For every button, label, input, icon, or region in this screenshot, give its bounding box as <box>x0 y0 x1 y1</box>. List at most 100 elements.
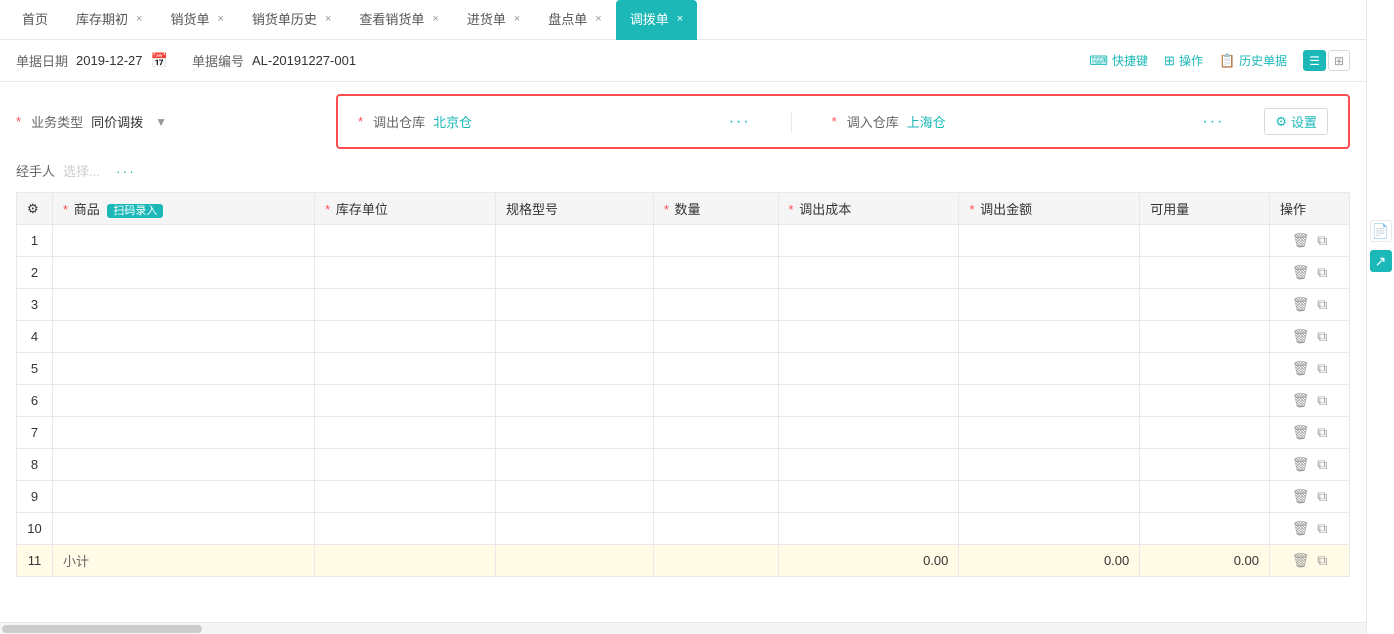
settings-button[interactable]: ⚙ 设置 <box>1264 108 1328 135</box>
cell-product-2[interactable] <box>53 257 315 289</box>
cell-product-3[interactable] <box>53 289 315 321</box>
cell-product-9[interactable] <box>53 481 315 513</box>
cell-cost-3[interactable] <box>778 289 959 321</box>
cell-amount-8[interactable] <box>959 449 1140 481</box>
tab-close-sales-history[interactable]: × <box>325 13 331 25</box>
cell-product-7[interactable] <box>53 417 315 449</box>
delete-icon-4[interactable]: 🗑 <box>1292 328 1310 344</box>
cell-amount-1[interactable] <box>959 225 1140 257</box>
cell-unit-7[interactable] <box>315 417 496 449</box>
copy-icon-8[interactable]: ⧉ <box>1317 456 1327 472</box>
copy-icon-2[interactable]: ⧉ <box>1317 264 1327 280</box>
cell-cost-1[interactable] <box>778 225 959 257</box>
cell-amount-4[interactable] <box>959 321 1140 353</box>
cell-spec-5[interactable] <box>496 353 654 385</box>
cell-product-8[interactable] <box>53 449 315 481</box>
tab-close-inventory-check[interactable]: × <box>595 13 601 25</box>
cell-amount-7[interactable] <box>959 417 1140 449</box>
cell-available-1[interactable] <box>1140 225 1270 257</box>
cell-qty-2[interactable] <box>653 257 778 289</box>
tab-inventory-check[interactable]: 盘点单 × <box>534 0 615 40</box>
cell-spec-9[interactable] <box>496 481 654 513</box>
cell-unit-4[interactable] <box>315 321 496 353</box>
cell-available-2[interactable] <box>1140 257 1270 289</box>
cell-qty-7[interactable] <box>653 417 778 449</box>
cell-amount-10[interactable] <box>959 513 1140 545</box>
tab-close-view-sales[interactable]: × <box>432 13 438 25</box>
in-wh-more[interactable]: ··· <box>1202 113 1224 131</box>
tab-transfer[interactable]: 调拨单 × <box>616 0 697 40</box>
cell-spec-7[interactable] <box>496 417 654 449</box>
delete-icon-1[interactable]: 🗑 <box>1292 232 1310 248</box>
cell-available-8[interactable] <box>1140 449 1270 481</box>
copy-icon-1[interactable]: ⧉ <box>1317 232 1327 248</box>
cell-available-6[interactable] <box>1140 385 1270 417</box>
cell-spec-2[interactable] <box>496 257 654 289</box>
tab-inventory-init[interactable]: 库存期初 × <box>62 0 156 40</box>
cell-unit-5[interactable] <box>315 353 496 385</box>
delete-icon-11[interactable]: 🗑 <box>1292 552 1310 568</box>
cell-qty-3[interactable] <box>653 289 778 321</box>
cell-product-6[interactable] <box>53 385 315 417</box>
cell-qty-6[interactable] <box>653 385 778 417</box>
cell-qty-1[interactable] <box>653 225 778 257</box>
cell-amount-5[interactable] <box>959 353 1140 385</box>
tab-close-sales-order[interactable]: × <box>217 13 223 25</box>
cell-available-4[interactable] <box>1140 321 1270 353</box>
cell-spec-1[interactable] <box>496 225 654 257</box>
cell-qty-4[interactable] <box>653 321 778 353</box>
cell-qty-9[interactable] <box>653 481 778 513</box>
copy-icon-3[interactable]: ⧉ <box>1317 296 1327 312</box>
tab-close-inventory-init[interactable]: × <box>136 13 142 25</box>
tab-purchase[interactable]: 进货单 × <box>453 0 534 40</box>
col-gear[interactable]: ⚙ <box>17 193 53 225</box>
delete-icon-8[interactable]: 🗑 <box>1292 456 1310 472</box>
delete-icon-7[interactable]: 🗑 <box>1292 424 1310 440</box>
copy-icon-6[interactable]: ⧉ <box>1317 392 1327 408</box>
cell-available-3[interactable] <box>1140 289 1270 321</box>
sidebar-export-btn[interactable]: ↗ <box>1370 250 1392 272</box>
cell-product-4[interactable] <box>53 321 315 353</box>
cell-qty-8[interactable] <box>653 449 778 481</box>
tab-home[interactable]: 首页 <box>8 0 62 40</box>
cell-unit-8[interactable] <box>315 449 496 481</box>
cell-cost-2[interactable] <box>778 257 959 289</box>
cell-product-5[interactable] <box>53 353 315 385</box>
cell-spec-10[interactable] <box>496 513 654 545</box>
out-wh-value[interactable]: 北京仓 <box>433 112 472 131</box>
copy-icon-7[interactable]: ⧉ <box>1317 424 1327 440</box>
cell-available-10[interactable] <box>1140 513 1270 545</box>
out-wh-more[interactable]: ··· <box>729 113 751 131</box>
in-wh-value[interactable]: 上海仓 <box>907 112 946 131</box>
cell-product-10[interactable] <box>53 513 315 545</box>
cell-unit-2[interactable] <box>315 257 496 289</box>
cell-amount-3[interactable] <box>959 289 1140 321</box>
handler-placeholder[interactable]: 选择... <box>63 161 100 180</box>
scan-input-badge[interactable]: 扫码录入 <box>107 204 163 218</box>
delete-icon-3[interactable]: 🗑 <box>1292 296 1310 312</box>
delete-icon-5[interactable]: 🗑 <box>1292 360 1310 376</box>
sidebar-doc-btn[interactable]: 📄 <box>1370 220 1392 242</box>
tab-view-sales[interactable]: 查看销货单 × <box>345 0 452 40</box>
tab-close-transfer[interactable]: × <box>677 13 683 25</box>
cell-amount-9[interactable] <box>959 481 1140 513</box>
delete-icon-10[interactable]: 🗑 <box>1292 520 1310 536</box>
delete-icon-9[interactable]: 🗑 <box>1292 488 1310 504</box>
tab-sales-history[interactable]: 销货单历史 × <box>238 0 345 40</box>
cell-qty-10[interactable] <box>653 513 778 545</box>
scroll-thumb[interactable] <box>2 625 202 633</box>
cell-unit-3[interactable] <box>315 289 496 321</box>
cell-product-1[interactable] <box>53 225 315 257</box>
cell-cost-5[interactable] <box>778 353 959 385</box>
cell-qty-5[interactable] <box>653 353 778 385</box>
cell-cost-4[interactable] <box>778 321 959 353</box>
delete-icon-6[interactable]: 🗑 <box>1292 392 1310 408</box>
cell-unit-10[interactable] <box>315 513 496 545</box>
bottom-scrollbar[interactable] <box>0 622 1366 634</box>
cell-cost-9[interactable] <box>778 481 959 513</box>
cell-available-5[interactable] <box>1140 353 1270 385</box>
business-type-value[interactable]: 同价调拨 <box>91 112 143 131</box>
cell-unit-9[interactable] <box>315 481 496 513</box>
copy-icon-11[interactable]: ⧉ <box>1317 552 1327 568</box>
cell-available-7[interactable] <box>1140 417 1270 449</box>
